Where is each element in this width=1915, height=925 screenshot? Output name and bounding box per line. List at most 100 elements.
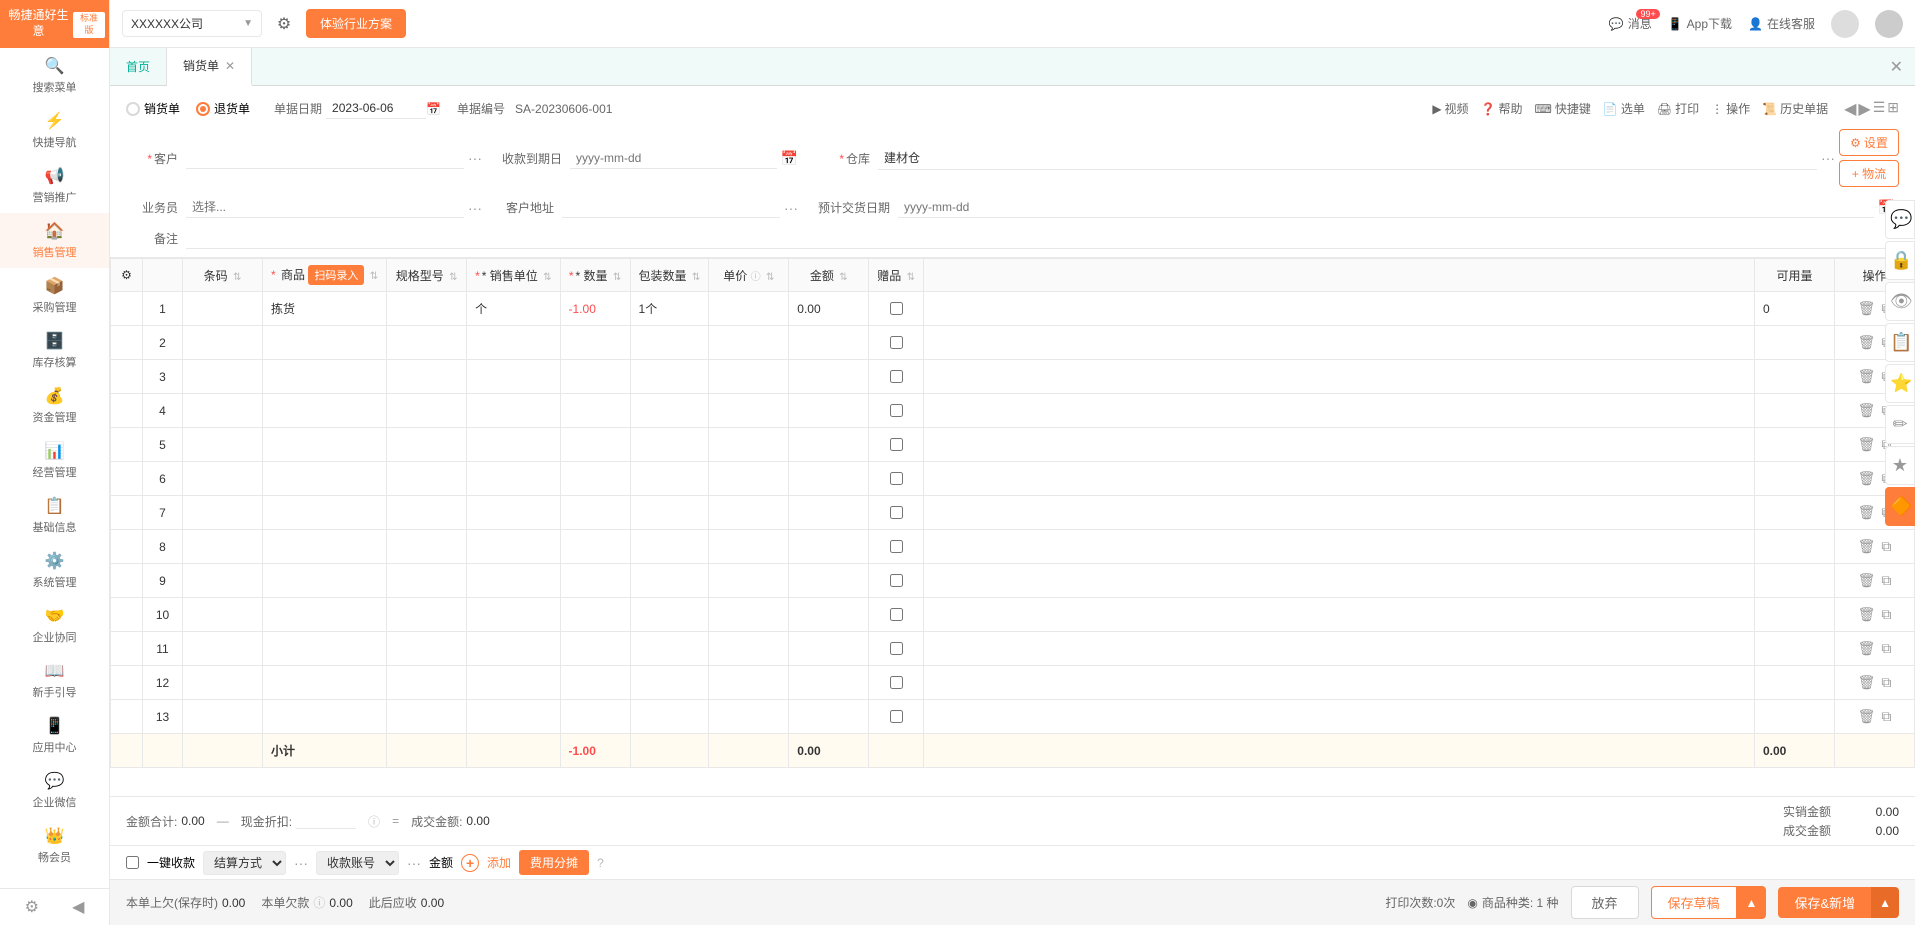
- expense-split-button[interactable]: 费用分摊: [519, 850, 589, 875]
- toolbar-select-btn[interactable]: 📄 选单: [1599, 98, 1649, 119]
- rfb-fav[interactable]: ★: [1885, 446, 1915, 485]
- radio-return-order[interactable]: 退货单: [196, 100, 250, 117]
- customer-dots[interactable]: ···: [464, 150, 486, 166]
- delete-icon-2[interactable]: 🗑: [1858, 334, 1876, 351]
- th-settings[interactable]: ⚙: [111, 259, 143, 292]
- sidebar-item-inventory[interactable]: 🗄️ 库存核算: [0, 323, 109, 378]
- rfb-lock[interactable]: 🔒: [1885, 241, 1915, 280]
- sidebar-item-sales[interactable]: 🏠 销售管理: [0, 213, 109, 268]
- user-avatar[interactable]: [1831, 10, 1859, 38]
- expected-delivery-input[interactable]: [898, 197, 1874, 218]
- payment-method-dots[interactable]: ···: [294, 855, 308, 871]
- sidebar-item-member[interactable]: 👑 畅会员: [0, 818, 109, 873]
- sidebar-item-quick-nav[interactable]: ⚡ 快捷导航: [0, 103, 109, 158]
- th-gift-sort[interactable]: ⇅: [907, 272, 915, 283]
- th-unit-sort[interactable]: ⇅: [543, 272, 551, 283]
- sidebar-item-search[interactable]: 🔍 搜索菜单: [0, 48, 109, 103]
- toolbar-video-btn[interactable]: ▶ 视频: [1428, 98, 1472, 119]
- payment-account-dots[interactable]: ···: [407, 855, 421, 871]
- td-product-1[interactable]: 拣货: [263, 292, 387, 326]
- scan-button[interactable]: 扫码录入: [308, 265, 364, 285]
- rfb-eye[interactable]: 👁: [1885, 282, 1915, 321]
- tab-close-icon[interactable]: ✕: [225, 59, 235, 73]
- collection-calendar-icon[interactable]: 📅: [777, 150, 802, 167]
- one-click-checkbox[interactable]: [126, 856, 139, 869]
- settings-button[interactable]: ⚙ 设置: [1839, 129, 1899, 156]
- th-barcode-sort[interactable]: ⇅: [233, 272, 241, 283]
- delete-icon-1[interactable]: 🗑: [1858, 300, 1876, 317]
- save-new-button[interactable]: 保存&新增: [1778, 887, 1871, 918]
- toolbar-help-btn[interactable]: ❓ 帮助: [1477, 98, 1527, 119]
- online-service-button[interactable]: 👤 在线客服: [1748, 15, 1815, 32]
- tab-home[interactable]: 首页: [110, 48, 167, 86]
- trial-button[interactable]: 体验行业方案: [306, 9, 406, 38]
- td-price-1[interactable]: [709, 292, 789, 326]
- cash-discount-input[interactable]: [296, 814, 356, 829]
- toolbar-print-btn[interactable]: 🖨 打印: [1653, 98, 1703, 119]
- td-gift-1[interactable]: [869, 292, 924, 326]
- td-remark-1[interactable]: [924, 292, 1755, 326]
- collection-date-input[interactable]: [570, 148, 777, 169]
- rfb-star[interactable]: ⭐: [1885, 364, 1915, 403]
- sidebar-item-guide[interactable]: 📖 新手引导: [0, 653, 109, 708]
- radio-sales-order[interactable]: 销货单: [126, 100, 180, 117]
- rfb-clipboard[interactable]: 📋: [1885, 323, 1915, 362]
- save-draft-arrow-button[interactable]: ▲: [1737, 886, 1767, 919]
- gift-checkbox-1[interactable]: [890, 302, 903, 315]
- sidebar-item-system[interactable]: ⚙️ 系统管理: [0, 543, 109, 598]
- sidebar-item-finance[interactable]: 💰 资金管理: [0, 378, 109, 433]
- sidebar-item-app[interactable]: 📱 应用中心: [0, 708, 109, 763]
- toolbar-actions-btn[interactable]: ⋮ 操作: [1707, 98, 1754, 119]
- abandon-button[interactable]: 放弃: [1571, 886, 1639, 919]
- view-grid-icon[interactable]: ⊞: [1887, 99, 1899, 119]
- td-pack-1[interactable]: 1个: [630, 292, 709, 326]
- sidebar-settings-icon[interactable]: ⚙: [25, 897, 39, 917]
- date-calendar-icon[interactable]: 📅: [426, 102, 441, 116]
- sidebar-item-wechat[interactable]: 💬 企业微信: [0, 763, 109, 818]
- view-list-icon[interactable]: ☰: [1873, 99, 1886, 119]
- message-button[interactable]: 💬 消息 99+: [1609, 15, 1652, 32]
- user-avatar2[interactable]: [1875, 10, 1903, 38]
- add-payment-button[interactable]: +: [461, 854, 479, 872]
- td-amount-1[interactable]: 0.00: [789, 292, 869, 326]
- product-kind[interactable]: ◉ 商品种类: 1 种: [1467, 894, 1558, 911]
- th-product-sort[interactable]: ⇅: [370, 271, 378, 282]
- td-unit-1[interactable]: 个: [467, 292, 560, 326]
- nav-next-icon[interactable]: ▶: [1858, 99, 1870, 119]
- nav-prev-icon[interactable]: ◀: [1844, 99, 1856, 119]
- sidebar-item-purchase[interactable]: 📦 采购管理: [0, 268, 109, 323]
- gift-checkbox-2[interactable]: [890, 336, 903, 349]
- close-all-tabs-icon[interactable]: ✕: [1890, 57, 1903, 77]
- toolbar-history-btn[interactable]: 📜 历史单据: [1758, 98, 1832, 119]
- sidebar-item-basics[interactable]: 📋 基础信息: [0, 488, 109, 543]
- logistics-button[interactable]: + 物流: [1839, 160, 1899, 187]
- toolbar-shortcut-btn[interactable]: ⌨ 快捷键: [1531, 98, 1595, 119]
- th-qty-sort[interactable]: ⇅: [613, 272, 621, 283]
- salesman-input[interactable]: [186, 197, 464, 218]
- th-spec-sort[interactable]: ⇅: [449, 272, 457, 283]
- rfb-message[interactable]: 💬: [1885, 200, 1915, 239]
- save-draft-button[interactable]: 保存草稿: [1651, 886, 1737, 919]
- warehouse-dots[interactable]: ···: [1817, 150, 1839, 166]
- customer-address-dots[interactable]: ···: [780, 200, 802, 216]
- save-new-arrow-button[interactable]: ▲: [1871, 887, 1899, 918]
- td-qty-1[interactable]: -1.00: [560, 292, 630, 326]
- customer-address-input[interactable]: [562, 197, 780, 218]
- payment-account-select[interactable]: 收款账号: [316, 851, 399, 875]
- app-download-button[interactable]: 📱 App下载: [1668, 15, 1732, 32]
- settings-gear-button[interactable]: ⚙: [270, 10, 298, 38]
- th-price-sort[interactable]: ⇅: [766, 272, 774, 283]
- th-amount-sort[interactable]: ⇅: [839, 272, 847, 283]
- sidebar-collapse-icon[interactable]: ◀: [72, 897, 84, 917]
- rfb-orange[interactable]: 🔶: [1885, 487, 1915, 526]
- sidebar-item-operation[interactable]: 📊 经营管理: [0, 433, 109, 488]
- td-barcode-1[interactable]: [183, 292, 263, 326]
- customer-input[interactable]: [186, 148, 464, 169]
- sidebar-item-enterprise[interactable]: 🤝 企业协同: [0, 598, 109, 653]
- rfb-edit[interactable]: ✏: [1885, 405, 1915, 444]
- notes-input[interactable]: [186, 228, 1899, 249]
- th-pack-sort[interactable]: ⇅: [692, 272, 700, 283]
- payment-method-select[interactable]: 结算方式: [203, 851, 286, 875]
- sidebar-item-marketing[interactable]: 📢 营销推广: [0, 158, 109, 213]
- td-spec-1[interactable]: [387, 292, 467, 326]
